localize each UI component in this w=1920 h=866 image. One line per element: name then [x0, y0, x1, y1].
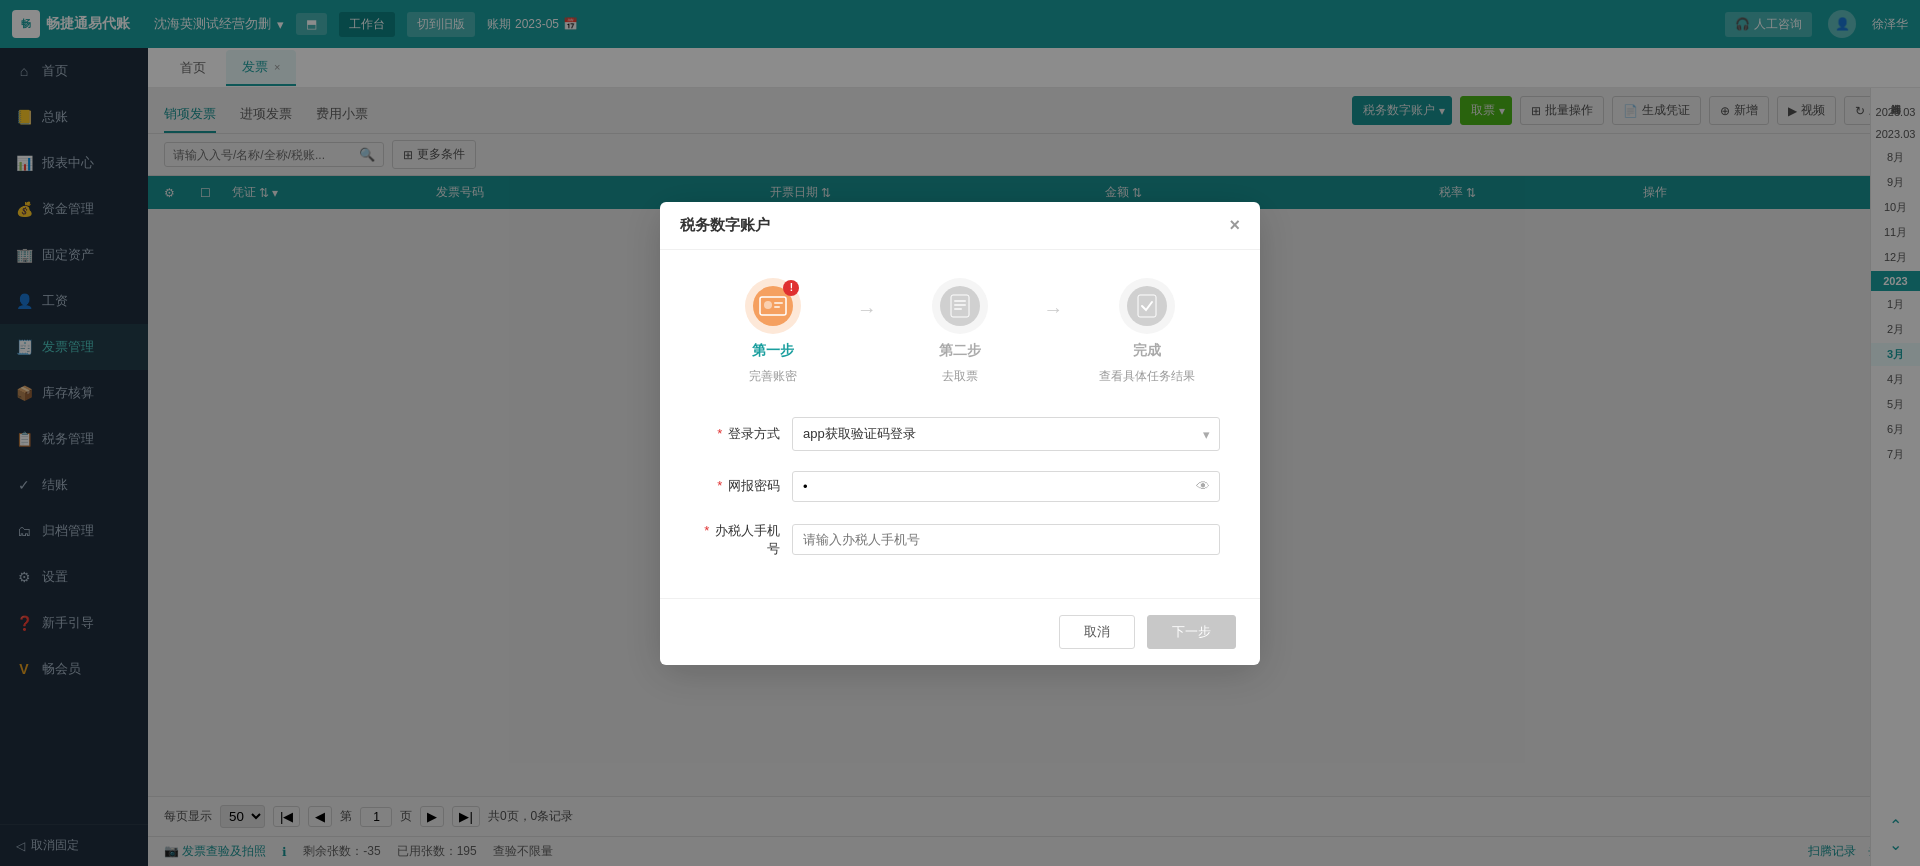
- svg-rect-6: [954, 304, 966, 306]
- login-method-row: * 登录方式 app获取验证码登录 ▾: [700, 417, 1220, 451]
- step-3-subtitle: 查看具体任务结果: [1099, 368, 1195, 385]
- phone-required: *: [704, 523, 709, 538]
- step-1-error-badge: !: [783, 280, 799, 296]
- login-method-label-text: 登录方式: [728, 426, 780, 441]
- login-method-value: app获取验证码登录: [803, 425, 916, 443]
- step-3-title: 完成: [1133, 342, 1161, 360]
- step-1-title: 第一步: [752, 342, 794, 360]
- step-1: ! 第一步 完善账密: [700, 278, 847, 385]
- step-2-title: 第二步: [939, 342, 981, 360]
- phone-label-text: 办税人手机号: [715, 523, 780, 556]
- step-2-subtitle: 去取票: [942, 368, 978, 385]
- next-step-button[interactable]: 下一步: [1147, 615, 1236, 649]
- svg-rect-8: [1138, 295, 1156, 317]
- tax-digital-modal: 税务数字账户 ×: [660, 202, 1260, 665]
- step-1-subtitle: 完善账密: [749, 368, 797, 385]
- password-input[interactable]: [792, 471, 1220, 502]
- password-required: *: [717, 478, 722, 493]
- step-2-icon: [940, 286, 980, 326]
- cancel-label: 取消: [1084, 624, 1110, 639]
- steps-container: ! 第一步 完善账密 →: [700, 278, 1220, 385]
- svg-rect-5: [954, 300, 966, 302]
- next-step-label: 下一步: [1172, 624, 1211, 639]
- phone-label: * 办税人手机号: [700, 522, 780, 558]
- login-method-select[interactable]: app获取验证码登录 ▾: [792, 417, 1220, 451]
- step-1-icon-wrap: !: [745, 278, 801, 334]
- svg-rect-0: [760, 297, 786, 315]
- login-method-required: *: [717, 426, 722, 441]
- svg-rect-2: [774, 302, 783, 304]
- svg-rect-3: [774, 306, 780, 308]
- password-row: * 网报密码 👁: [700, 471, 1220, 502]
- modal-overlay: 税务数字账户 ×: [0, 0, 1920, 866]
- modal-close-button[interactable]: ×: [1229, 216, 1240, 234]
- step-arrow-2: →: [1033, 298, 1073, 321]
- select-arrow-icon: ▾: [1203, 426, 1210, 441]
- password-label-text: 网报密码: [728, 478, 780, 493]
- modal-title: 税务数字账户: [680, 216, 770, 235]
- step-2: 第二步 去取票: [887, 278, 1034, 385]
- phone-row: * 办税人手机号: [700, 522, 1220, 558]
- login-method-select-wrap: app获取验证码登录 ▾: [792, 417, 1220, 451]
- modal-body: ! 第一步 完善账密 →: [660, 250, 1260, 598]
- modal-footer: 取消 下一步: [660, 598, 1260, 665]
- password-input-wrap: 👁: [792, 471, 1220, 502]
- step-2-icon-wrap: [932, 278, 988, 334]
- step-arrow-1: →: [847, 298, 887, 321]
- cancel-button[interactable]: 取消: [1059, 615, 1135, 649]
- eye-icon[interactable]: 👁: [1196, 478, 1210, 494]
- login-method-label: * 登录方式: [700, 425, 780, 443]
- modal-header: 税务数字账户 ×: [660, 202, 1260, 250]
- phone-input[interactable]: [792, 524, 1220, 555]
- password-label: * 网报密码: [700, 477, 780, 495]
- svg-rect-7: [954, 308, 962, 310]
- step-3: 完成 查看具体任务结果: [1073, 278, 1220, 385]
- step-3-icon: [1127, 286, 1167, 326]
- phone-input-wrap: [792, 524, 1220, 555]
- svg-point-1: [764, 301, 772, 309]
- step-3-icon-wrap: [1119, 278, 1175, 334]
